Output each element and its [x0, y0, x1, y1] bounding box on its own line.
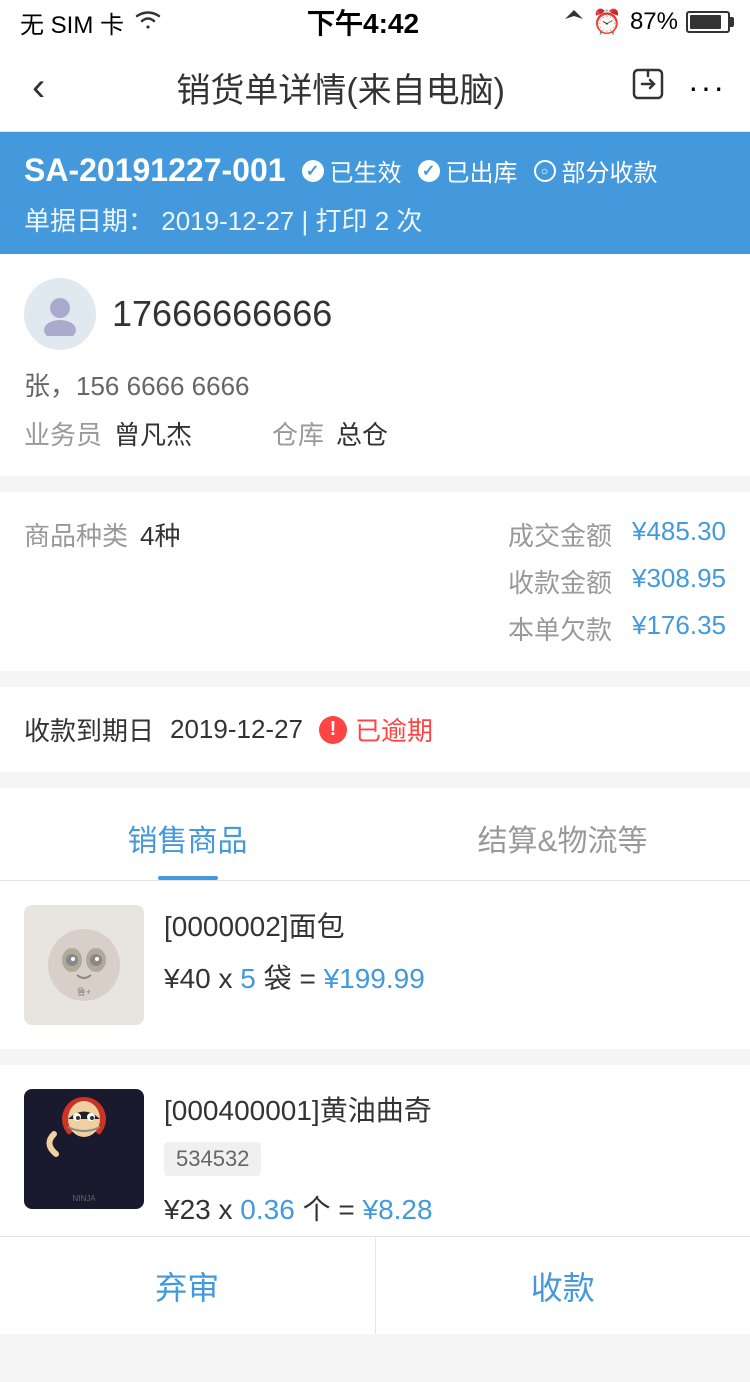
amount-value: ¥485.30 [632, 516, 726, 553]
tab-products[interactable]: 销售商品 [0, 788, 375, 880]
product-item-bread: 鲁+ [0000002]面包 ¥40 x 5 袋 = ¥199.99 [0, 881, 750, 1049]
product-name-cookie: [000400001]黄油曲奇 [164, 1089, 726, 1129]
amount-label: 成交金额 [508, 516, 612, 553]
due-label: 本单欠款 [508, 610, 612, 647]
status-left: 无 SIM 卡 [20, 5, 162, 40]
product-sku-badge: 534532 [164, 1142, 261, 1176]
confirm-button[interactable]: 收款 [376, 1237, 750, 1334]
product-info-cookie: [000400001]黄油曲奇 534532 ¥23 x 0.36 个 = ¥8… [164, 1089, 726, 1228]
cookie-price: ¥23 [164, 1194, 211, 1225]
received-value: ¥308.95 [632, 563, 726, 600]
alarm-icon: ⏰ [592, 8, 622, 37]
overdue-icon: ! [319, 716, 347, 744]
product-price-cookie: ¥23 x 0.36 个 = ¥8.28 [164, 1188, 726, 1228]
bread-unit: 袋 [264, 963, 292, 994]
customer-name-phone: 张，156 6666 6666 [24, 366, 726, 403]
back-button[interactable]: ‹ [24, 65, 53, 110]
received-line: 收款金额 ¥308.95 [508, 563, 726, 600]
product-info-bread: [0000002]面包 ¥40 x 5 袋 = ¥199.99 [164, 905, 726, 997]
overdue-badge: ! 已逾期 [319, 711, 433, 748]
product-name-bread: [0000002]面包 [164, 905, 726, 945]
status-bar: 无 SIM 卡 下午4:42 ⏰ 87% [0, 0, 750, 44]
warehouse-value: 总仓 [336, 415, 388, 452]
product-image-cookie: NINJA [24, 1089, 144, 1209]
cookie-total: ¥8.28 [363, 1194, 433, 1225]
order-date: 2019-12-27 [161, 206, 294, 236]
customer-avatar [24, 278, 96, 350]
cookie-unit: 个 [303, 1194, 331, 1225]
carrier-label: 无 SIM 卡 [20, 5, 124, 40]
svg-text:鲁+: 鲁+ [77, 986, 91, 997]
header-banner: SA-20191227-001 已生效 已出库 ○ 部分收款 单据日期： 201… [0, 132, 750, 254]
more-icon[interactable]: ··· [688, 69, 726, 106]
status-text-2: 已出库 [446, 153, 518, 188]
stats-section: 商品种类 4种 成交金额 ¥485.30 收款金额 ¥308.95 本单欠款 ¥… [0, 492, 750, 671]
customer-phone: 17666666666 [112, 293, 332, 335]
date-label: 单据日期： [24, 206, 154, 236]
category-info: 商品种类 4种 [24, 516, 180, 553]
print-info: 打印 2 次 [315, 206, 422, 236]
status-time: 下午4:42 [307, 2, 419, 42]
due-date-section: 收款到期日 2019-12-27 ! 已逾期 [0, 687, 750, 772]
product-image-bread: 鲁+ [24, 905, 144, 1025]
order-date-row: 单据日期： 2019-12-27 | 打印 2 次 [24, 201, 726, 238]
check-icon-2 [418, 160, 440, 182]
share-icon[interactable] [628, 64, 668, 111]
check-icon-1 [302, 160, 324, 182]
page-title: 销货单详情(来自电脑) [176, 63, 505, 112]
nav-bar: ‹ 销货单详情(来自电脑) ··· [0, 44, 750, 132]
due-date-value: 2019-12-27 [170, 714, 303, 745]
status-badge-active: 已生效 [302, 153, 402, 188]
amount-info: 成交金额 ¥485.30 收款金额 ¥308.95 本单欠款 ¥176.35 [508, 516, 726, 647]
cancel-button[interactable]: 弃审 [0, 1237, 376, 1334]
clock-icon: ○ [534, 160, 556, 182]
status-right: ⏰ 87% [564, 8, 730, 37]
order-id: SA-20191227-001 [24, 152, 286, 189]
cookie-qty: 0.36 [240, 1194, 295, 1225]
location-icon [564, 8, 584, 36]
bread-qty: 5 [240, 963, 256, 994]
warehouse-label: 仓库 [272, 415, 324, 452]
bottom-bar: 弃审 收款 [0, 1236, 750, 1334]
due-line: 本单欠款 ¥176.35 [508, 610, 726, 647]
tab-settlement[interactable]: 结算&物流等 [375, 788, 750, 880]
wifi-icon [134, 8, 162, 36]
received-label: 收款金额 [508, 563, 612, 600]
status-text-1: 已生效 [330, 153, 402, 188]
overdue-text: 已逾期 [355, 711, 433, 748]
tabs-bar: 销售商品 结算&物流等 [0, 788, 750, 881]
category-value: 4种 [140, 516, 180, 553]
warehouse-item: 仓库 总仓 [272, 415, 388, 452]
salesperson-item: 业务员 曾凡杰 [24, 415, 192, 452]
salesperson-label: 业务员 [24, 415, 102, 452]
status-badge-shipped: 已出库 [418, 153, 518, 188]
svg-text:NINJA: NINJA [72, 1194, 96, 1203]
bread-price: ¥40 [164, 963, 211, 994]
amount-line: 成交金额 ¥485.30 [508, 516, 726, 553]
due-value: ¥176.35 [632, 610, 726, 647]
separator: | [301, 206, 315, 236]
battery-icon [686, 11, 730, 33]
status-text-3: 部分收款 [562, 153, 658, 188]
due-date-label: 收款到期日 [24, 711, 154, 748]
status-badge-partial: ○ 部分收款 [534, 153, 658, 188]
bread-total: ¥199.99 [324, 963, 425, 994]
category-label: 商品种类 [24, 516, 128, 553]
nav-actions: ··· [628, 64, 726, 111]
salesperson-value: 曾凡杰 [114, 415, 192, 452]
battery-percent: 87% [630, 8, 678, 36]
product-item-cookie: NINJA [000400001]黄油曲奇 534532 ¥23 x 0.36 … [0, 1065, 750, 1252]
product-price-bread: ¥40 x 5 袋 = ¥199.99 [164, 957, 726, 997]
customer-section: 17666666666 张，156 6666 6666 业务员 曾凡杰 仓库 总… [0, 254, 750, 476]
customer-meta: 业务员 曾凡杰 仓库 总仓 [24, 415, 726, 452]
